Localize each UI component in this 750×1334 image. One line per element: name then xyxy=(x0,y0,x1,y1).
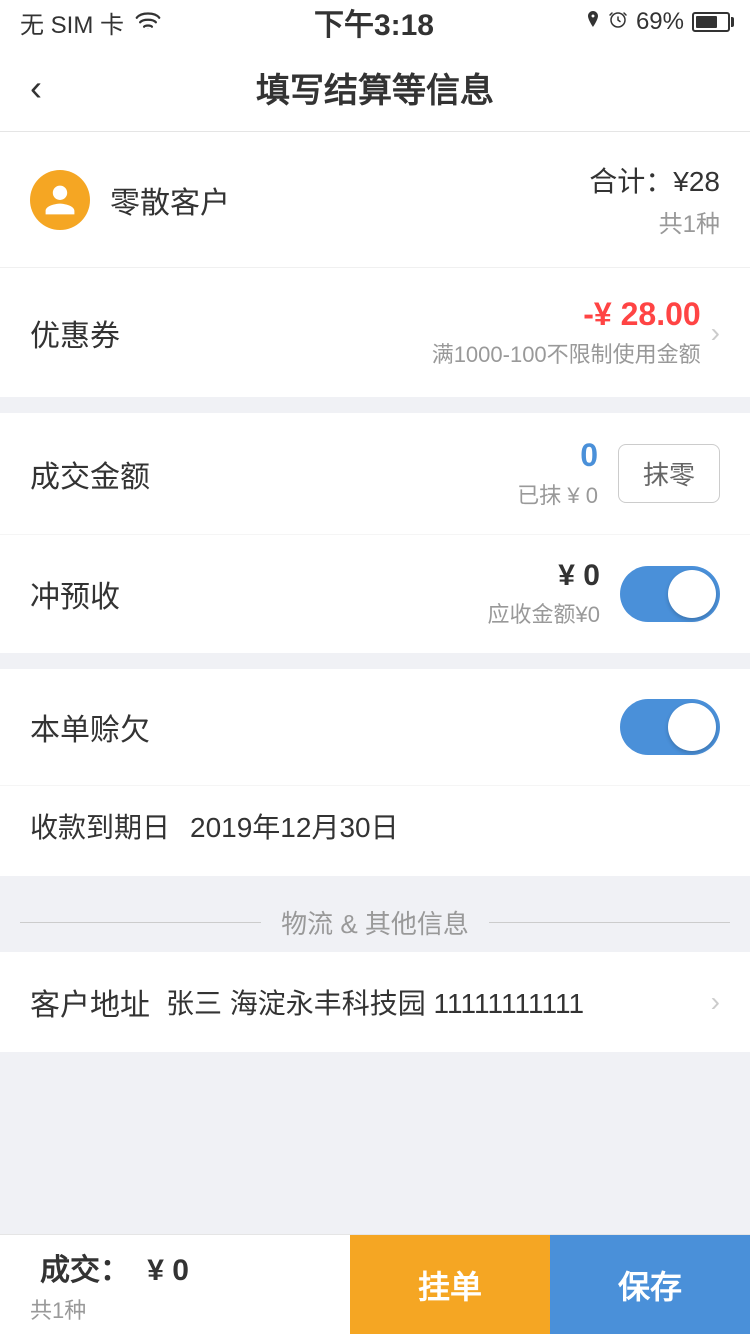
total-label: 合计：¥28 xyxy=(589,160,720,200)
wifi-icon xyxy=(134,8,162,36)
amount-row: 成交金额 0 已抹 ¥ 0 抹零 xyxy=(0,413,750,535)
debt-row: 本单赊欠 xyxy=(0,669,750,785)
toggle-knob xyxy=(668,570,716,618)
customer-name: 零散客户 xyxy=(110,178,230,222)
amount-block: 0 已抹 ¥ 0 xyxy=(517,437,598,510)
customer-right: 合计：¥28 共1种 xyxy=(589,160,720,239)
avatar xyxy=(30,170,90,230)
coupon-chevron-icon: › xyxy=(711,317,720,349)
coupon-amount: -¥ 28.00 xyxy=(432,296,701,333)
logistics-divider: 物流 & 其他信息 xyxy=(0,892,750,952)
prepay-toggle[interactable] xyxy=(620,566,720,622)
location-icon xyxy=(586,8,600,36)
customer-section: 零散客户 合计：¥28 共1种 优惠券 -¥ 28.00 满1000-100不限… xyxy=(0,132,750,397)
prepay-block: ¥ 0 应收金额¥0 xyxy=(488,559,600,629)
coupon-row[interactable]: 优惠券 -¥ 28.00 满1000-100不限制使用金额 › xyxy=(0,267,750,397)
debt-label: 本单赊欠 xyxy=(30,705,150,749)
round-zero-button[interactable]: 抹零 xyxy=(618,444,720,503)
prepay-value: ¥ 0 xyxy=(488,559,600,593)
save-button[interactable]: 保存 xyxy=(550,1235,750,1334)
address-row[interactable]: 客户地址 张三 海淀永丰科技园 11111111111 › xyxy=(0,952,750,1052)
coupon-right: -¥ 28.00 满1000-100不限制使用金额 › xyxy=(432,296,720,369)
logistics-section: 客户地址 张三 海淀永丰科技园 11111111111 › xyxy=(0,952,750,1052)
pending-button[interactable]: 挂单 xyxy=(350,1235,550,1334)
debt-toggle-knob xyxy=(668,703,716,751)
transaction-section: 成交金额 0 已抹 ¥ 0 抹零 冲预收 ¥ 0 应收金额¥0 xyxy=(0,413,750,653)
bottom-count: 共1种 xyxy=(30,1293,320,1325)
deal-label: 成交： xyxy=(40,1254,130,1287)
amount-value: 0 xyxy=(517,437,598,474)
prepay-right: ¥ 0 应收金额¥0 xyxy=(488,559,720,629)
alarm-icon xyxy=(608,8,628,36)
carrier-label: 无 SIM 卡 xyxy=(20,5,124,40)
status-left: 无 SIM 卡 xyxy=(20,5,162,40)
due-date-row: 收款到期日 2019年12月30日 xyxy=(0,785,750,876)
address-value: 张三 海淀永丰科技园 11111111111 xyxy=(166,982,695,1022)
amount-label: 成交金额 xyxy=(30,452,150,496)
battery-icon xyxy=(692,12,730,32)
page-title: 填写结算等信息 xyxy=(256,63,494,112)
prepay-label: 冲预收 xyxy=(30,572,120,616)
battery-percentage: 69% xyxy=(636,8,684,36)
debt-toggle[interactable] xyxy=(620,699,720,755)
prepay-row: 冲预收 ¥ 0 应收金额¥0 xyxy=(0,535,750,653)
status-right: 69% xyxy=(586,8,730,36)
address-chevron-icon: › xyxy=(711,986,720,1018)
amount-right: 0 已抹 ¥ 0 抹零 xyxy=(517,437,720,510)
coupon-desc: 满1000-100不限制使用金额 xyxy=(432,337,701,369)
address-label: 客户地址 xyxy=(30,980,150,1024)
back-button[interactable]: ‹ xyxy=(30,67,42,109)
prepay-sub: 应收金额¥0 xyxy=(488,597,600,629)
due-date-value: 2019年12月30日 xyxy=(190,806,399,846)
total-count: 共1种 xyxy=(589,204,720,239)
due-date-label: 收款到期日 xyxy=(30,806,170,846)
deal-value: ¥ 0 xyxy=(147,1254,189,1287)
nav-bar: ‹ 填写结算等信息 xyxy=(0,44,750,132)
coupon-label: 优惠券 xyxy=(30,311,120,355)
amount-sub: 已抹 ¥ 0 xyxy=(517,478,598,510)
divider-text: 物流 & 其他信息 xyxy=(281,904,469,941)
customer-left: 零散客户 xyxy=(30,170,230,230)
status-time: 下午3:18 xyxy=(314,0,434,44)
status-bar: 无 SIM 卡 下午3:18 69% xyxy=(0,0,750,44)
coupon-details: -¥ 28.00 满1000-100不限制使用金额 xyxy=(432,296,701,369)
bottom-deal: 成交： ¥ 0 xyxy=(30,1245,320,1289)
bottom-bar: 成交： ¥ 0 共1种 挂单 保存 xyxy=(0,1234,750,1334)
debt-section: 本单赊欠 收款到期日 2019年12月30日 xyxy=(0,669,750,876)
customer-row: 零散客户 合计：¥28 共1种 xyxy=(0,132,750,267)
bottom-info: 成交： ¥ 0 共1种 xyxy=(0,1235,350,1334)
